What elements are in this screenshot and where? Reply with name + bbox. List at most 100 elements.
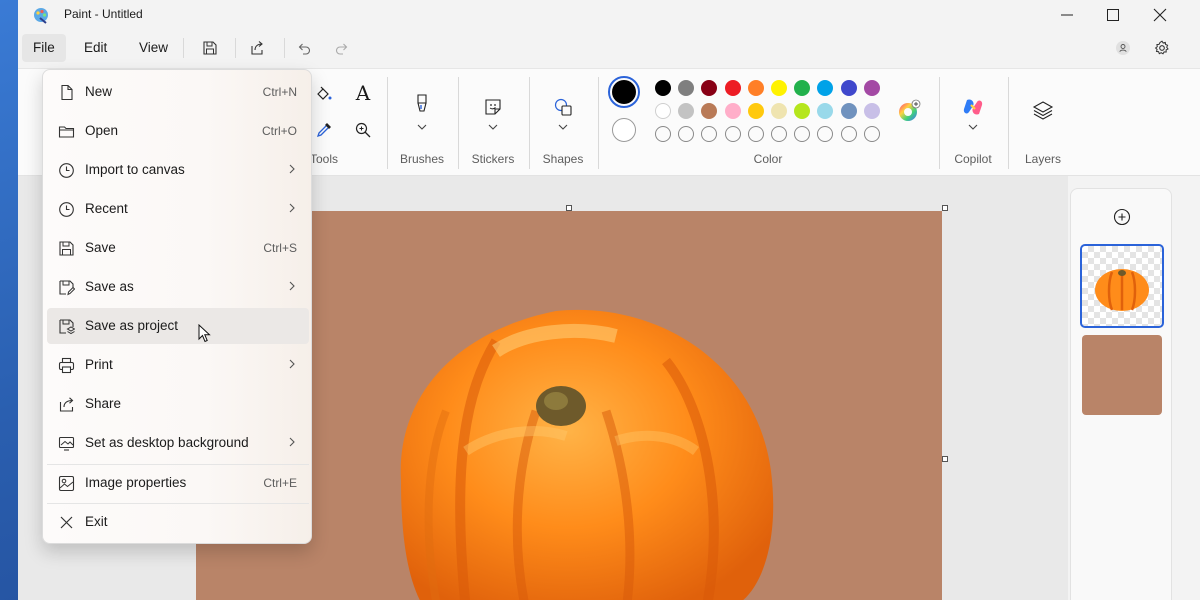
close-window-button[interactable] xyxy=(1137,0,1183,30)
ribbon-divider xyxy=(458,77,459,169)
custom-color-slot[interactable] xyxy=(701,126,718,142)
color-swatch[interactable] xyxy=(747,103,764,119)
menu-item-shortcut: Ctrl+S xyxy=(263,241,297,255)
menu-item-image-properties[interactable]: Image properties Ctrl+E xyxy=(47,465,309,501)
shapes-icon xyxy=(554,98,572,116)
color-picker-button[interactable] xyxy=(311,117,337,143)
color-swatch[interactable] xyxy=(771,80,787,96)
paint-app-icon xyxy=(34,8,48,24)
undo-button[interactable] xyxy=(292,36,316,60)
menu-item-save-as-project[interactable]: Save as project xyxy=(47,308,309,344)
custom-color-slot[interactable] xyxy=(655,126,671,142)
color-swatch[interactable] xyxy=(701,103,718,119)
color-swatch[interactable] xyxy=(840,80,857,96)
secondary-color-button[interactable] xyxy=(612,118,636,142)
print-icon xyxy=(57,356,75,374)
chevron-right-icon xyxy=(289,203,295,213)
color-swatch[interactable] xyxy=(840,103,857,119)
menu-item-label: Import to canvas xyxy=(85,162,185,177)
settings-button[interactable] xyxy=(1150,36,1174,60)
chevron-down-icon xyxy=(968,124,978,130)
shapes-button[interactable] xyxy=(550,91,576,137)
ribbon-divider xyxy=(939,77,940,169)
custom-color-slot[interactable] xyxy=(747,126,764,142)
color-swatch[interactable] xyxy=(794,80,811,96)
zoom-tool-button[interactable] xyxy=(350,117,376,143)
ribbon-divider xyxy=(529,77,530,169)
desktop-icon xyxy=(57,434,75,452)
account-button[interactable] xyxy=(1111,36,1135,60)
menu-item-new[interactable]: New Ctrl+N xyxy=(47,74,309,110)
menu-divider xyxy=(284,38,285,58)
eyedropper-icon xyxy=(316,123,331,138)
menu-file[interactable]: File xyxy=(22,34,66,62)
menu-divider xyxy=(235,38,236,58)
save-icon xyxy=(203,41,217,55)
share-quick-button[interactable] xyxy=(245,36,269,60)
color-swatch[interactable] xyxy=(817,103,834,119)
color-swatch[interactable] xyxy=(724,80,741,96)
file-menu-dropdown: New Ctrl+N Open Ctrl+O Import to canvas Recen… xyxy=(42,69,312,544)
layers-icon xyxy=(1032,101,1054,120)
menu-edit[interactable]: Edit xyxy=(73,34,118,62)
save-quick-button[interactable] xyxy=(198,36,222,60)
resize-handle-top[interactable] xyxy=(566,205,572,211)
menu-item-save[interactable]: Save Ctrl+S xyxy=(47,230,309,266)
edit-colors-button[interactable] xyxy=(896,98,922,124)
primary-color-button[interactable] xyxy=(608,76,640,108)
primary-color-swatch xyxy=(612,80,636,104)
fill-tool-button[interactable] xyxy=(311,81,337,107)
ribbon-divider xyxy=(387,77,388,169)
color-swatch[interactable] xyxy=(747,80,764,96)
custom-color-slot[interactable] xyxy=(863,126,880,142)
save-icon xyxy=(57,239,75,257)
custom-color-slot[interactable] xyxy=(724,126,741,142)
text-tool-button[interactable]: A xyxy=(350,79,376,107)
chevron-right-icon xyxy=(289,359,295,369)
resize-handle-right[interactable] xyxy=(942,456,948,462)
color-swatch[interactable] xyxy=(655,80,671,96)
custom-color-slot[interactable] xyxy=(678,126,695,142)
maximize-button[interactable] xyxy=(1090,0,1136,30)
layer-thumbnail-background[interactable] xyxy=(1082,335,1162,415)
custom-color-slot[interactable] xyxy=(794,126,811,142)
stickers-button[interactable] xyxy=(480,91,506,137)
color-swatch[interactable] xyxy=(678,103,695,119)
color-swatch[interactable] xyxy=(701,80,718,96)
add-layer-button[interactable] xyxy=(1111,206,1133,228)
menu-item-set-as-desktop-background[interactable]: Set as desktop background xyxy=(47,425,309,461)
menu-item-save-as[interactable]: Save as xyxy=(47,269,309,305)
menu-item-share[interactable]: Share xyxy=(47,386,309,422)
brushes-button[interactable] xyxy=(409,87,435,137)
menu-item-exit[interactable]: Exit xyxy=(47,504,309,540)
menu-separator xyxy=(47,464,309,465)
color-swatch[interactable] xyxy=(678,80,695,96)
chevron-right-icon xyxy=(289,164,295,174)
custom-color-slot[interactable] xyxy=(817,126,834,142)
copilot-button[interactable] xyxy=(960,91,986,137)
ribbon-divider xyxy=(598,77,599,169)
menu-view[interactable]: View xyxy=(128,34,179,62)
color-swatch[interactable] xyxy=(771,103,787,119)
share-icon xyxy=(57,395,75,413)
color-swatch[interactable] xyxy=(794,103,811,119)
menu-item-open[interactable]: Open Ctrl+O xyxy=(47,113,309,149)
color-swatch[interactable] xyxy=(863,103,880,119)
paint-window: Paint - Untitled File Edit View A Tools … xyxy=(18,0,1200,600)
custom-color-slot[interactable] xyxy=(840,126,857,142)
menu-item-recent[interactable]: Recent xyxy=(47,191,309,227)
layer-thumbnail-pumpkin xyxy=(1082,246,1162,326)
minimize-button[interactable] xyxy=(1044,0,1090,30)
color-swatch[interactable] xyxy=(863,80,880,96)
resize-handle-top-right[interactable] xyxy=(942,205,948,211)
custom-color-slot[interactable] xyxy=(771,126,787,142)
chevron-right-icon xyxy=(289,437,295,447)
redo-button[interactable] xyxy=(330,36,354,60)
layers-button[interactable] xyxy=(1030,97,1056,123)
color-swatch[interactable] xyxy=(655,103,671,119)
shapes-group-label: Shapes xyxy=(542,152,584,166)
menu-item-print[interactable]: Print xyxy=(47,347,309,383)
color-swatch[interactable] xyxy=(724,103,741,119)
menu-item-import-to-canvas[interactable]: Import to canvas xyxy=(47,152,309,188)
color-swatch[interactable] xyxy=(817,80,834,96)
